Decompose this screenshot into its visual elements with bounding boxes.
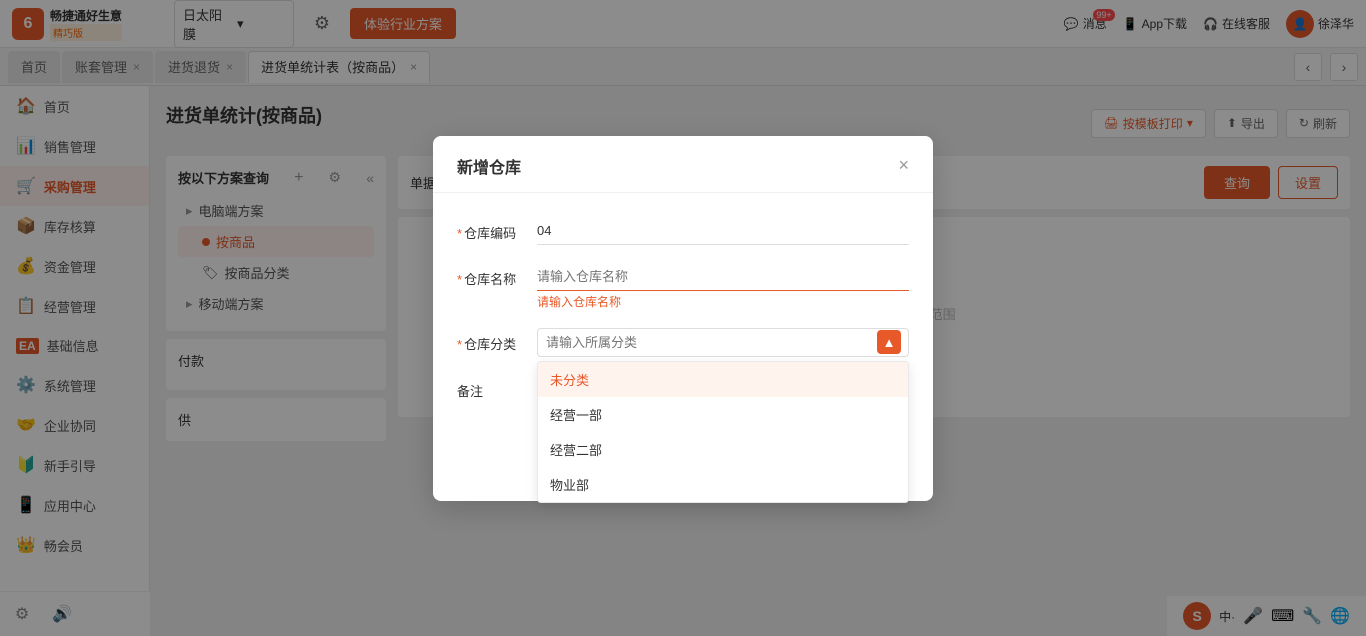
dropdown-item-dept2[interactable]: 经营二部 <box>538 432 908 467</box>
code-label: 仓库编码 <box>457 217 537 242</box>
modal-body: 仓库编码 仓库名称 请输入仓库名称 仓库分类 ▲ <box>433 193 933 433</box>
category-toggle-btn[interactable]: ▲ <box>877 330 901 354</box>
modal-overlay[interactable]: 新增仓库 × 仓库编码 仓库名称 请输入仓库名称 仓库分类 <box>0 0 1366 636</box>
dropdown-item-dept1[interactable]: 经营一部 <box>538 397 908 432</box>
code-field-wrap <box>537 217 909 245</box>
dropdown-item-property[interactable]: 物业部 <box>538 467 908 502</box>
warehouse-code-input[interactable] <box>537 217 909 245</box>
warehouse-code-row: 仓库编码 <box>457 217 909 245</box>
notes-label: 备注 <box>457 375 537 400</box>
warehouse-name-input[interactable] <box>537 263 909 291</box>
dropdown-item-unclassified[interactable]: 未分类 <box>538 362 908 397</box>
name-error-msg: 请输入仓库名称 <box>537 293 909 310</box>
warehouse-category-input[interactable] <box>537 328 909 357</box>
modal-header: 新增仓库 × <box>433 136 933 193</box>
category-label: 仓库分类 <box>457 328 537 353</box>
category-select-wrap: ▲ 未分类 经营一部 经营二部 物业部 <box>537 328 909 357</box>
warehouse-name-row: 仓库名称 请输入仓库名称 <box>457 263 909 310</box>
name-field-wrap: 请输入仓库名称 <box>537 263 909 310</box>
category-dropdown: 未分类 经营一部 经营二部 物业部 <box>537 361 909 503</box>
modal-close-button[interactable]: × <box>898 155 909 176</box>
modal-title: 新增仓库 <box>457 154 521 178</box>
warehouse-category-row: 仓库分类 ▲ 未分类 经营一部 经营二部 物业部 <box>457 328 909 357</box>
add-warehouse-modal: 新增仓库 × 仓库编码 仓库名称 请输入仓库名称 仓库分类 <box>433 136 933 501</box>
name-label: 仓库名称 <box>457 263 537 288</box>
